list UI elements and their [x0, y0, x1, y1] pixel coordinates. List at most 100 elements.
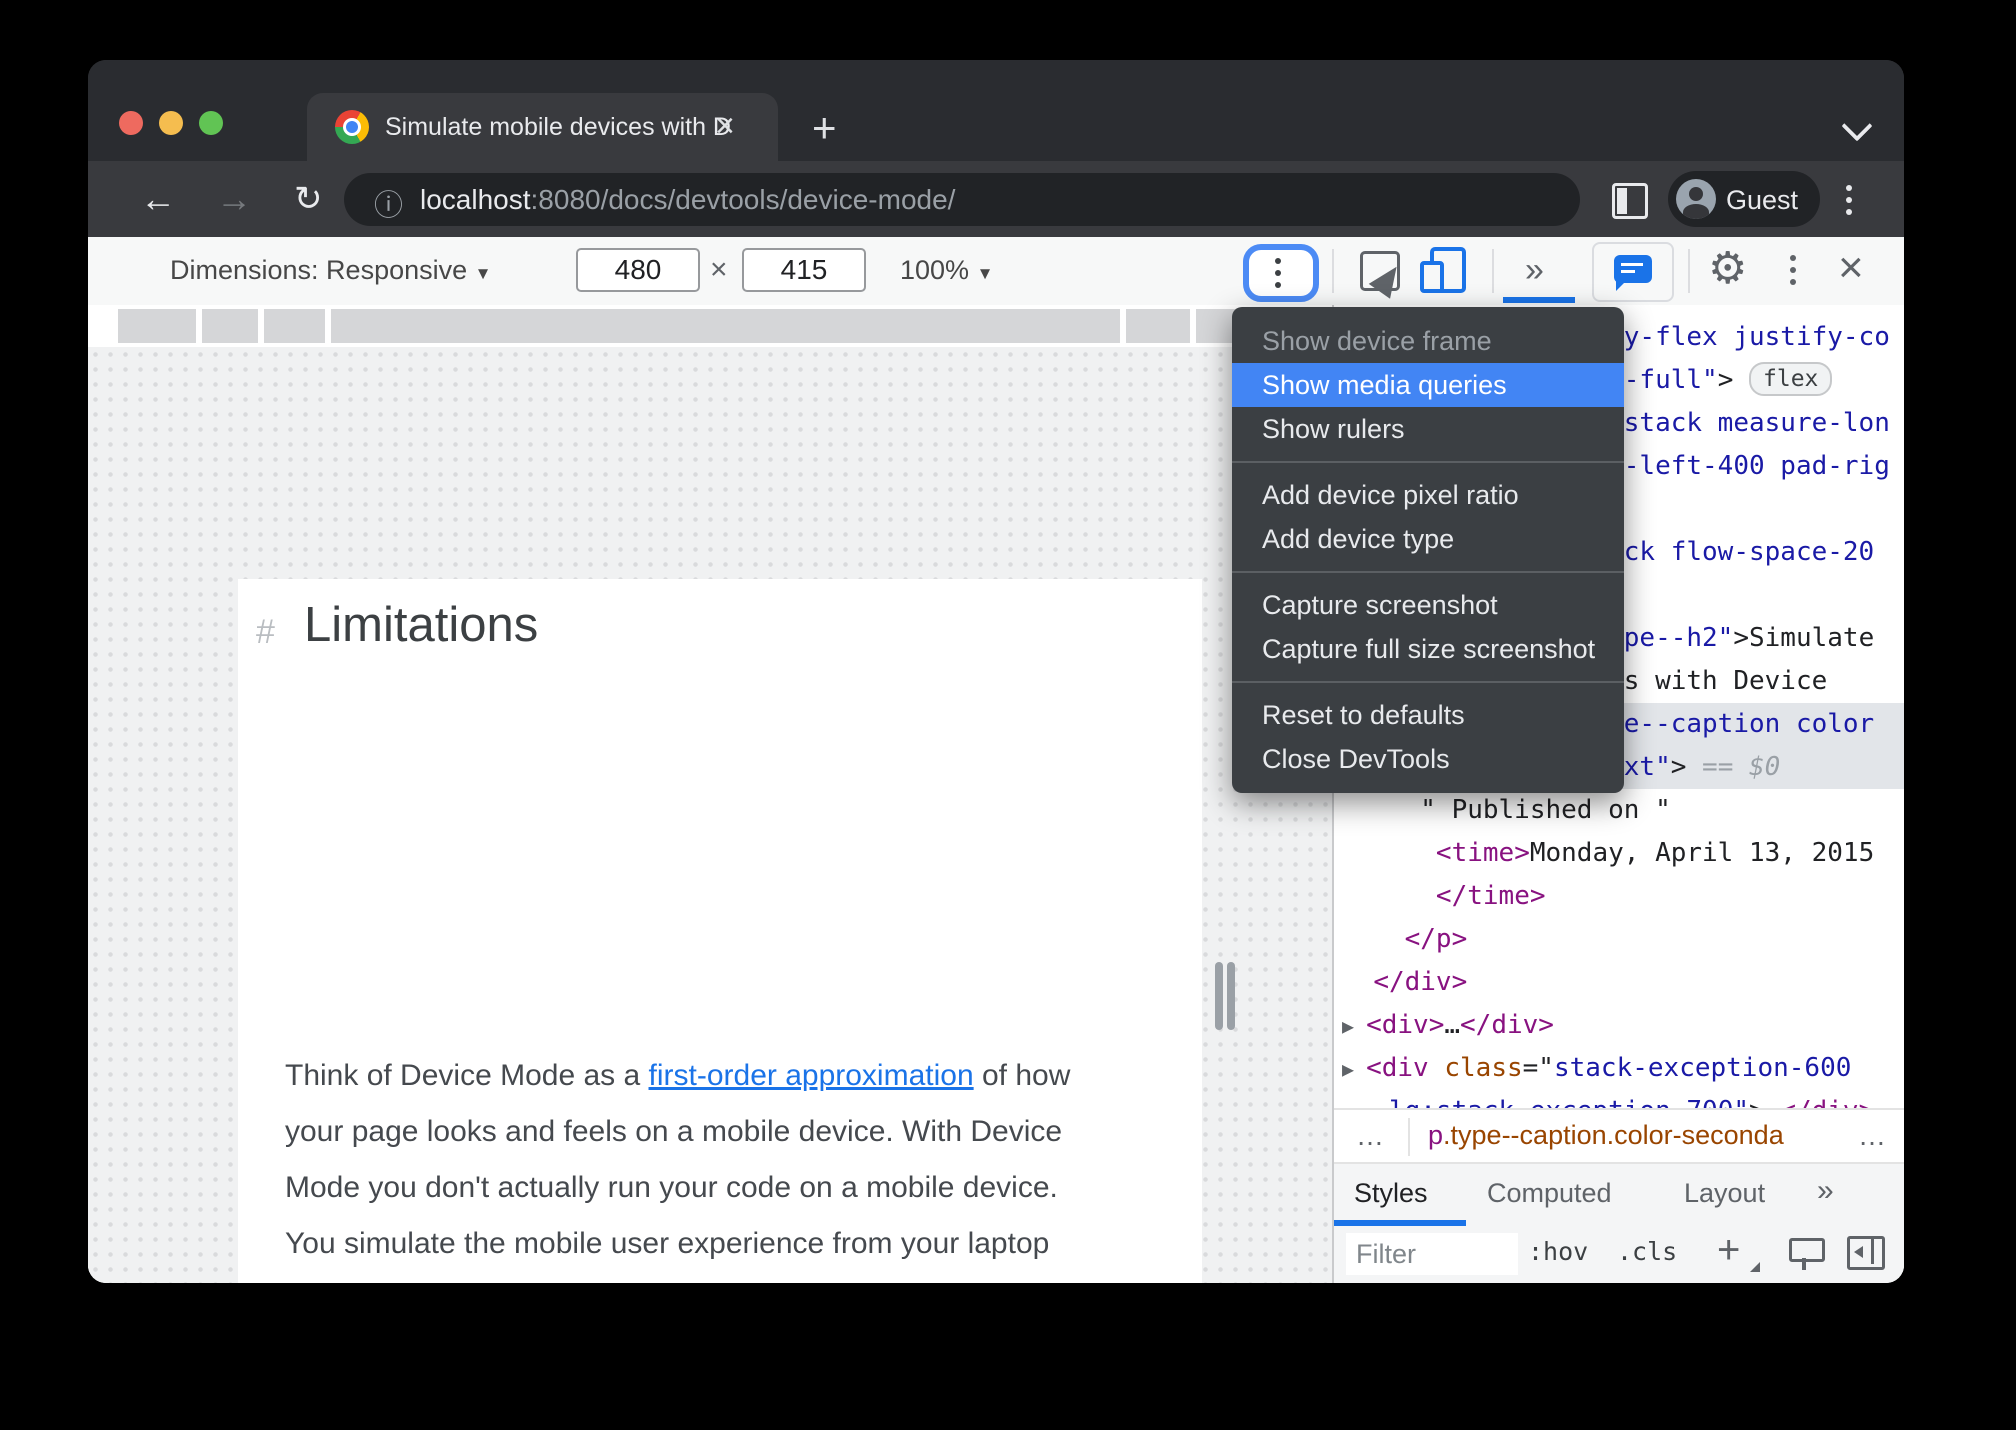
- media-query-segment[interactable]: [264, 309, 325, 343]
- toggle-sidebar-icon[interactable]: [1847, 1236, 1885, 1270]
- code-line[interactable]: ▶ <div>…</div>: [1334, 1004, 1904, 1047]
- tab-computed[interactable]: Computed: [1487, 1178, 1612, 1209]
- code-line[interactable]: </p>: [1334, 918, 1904, 961]
- omnibox[interactable]: ⓘ localhost:8080/docs/devtools/device-mo…: [344, 173, 1580, 226]
- tab-styles[interactable]: Styles: [1354, 1178, 1428, 1209]
- new-style-rule-icon[interactable]: +: [1717, 1228, 1740, 1273]
- rendering-emulation-icon[interactable]: [1789, 1238, 1825, 1270]
- code-line[interactable]: " Published on ": [1334, 789, 1904, 832]
- url-path: :8080/docs/devtools/device-mode/: [530, 184, 956, 215]
- settings-gear-icon[interactable]: ⚙: [1708, 245, 1747, 293]
- media-query-segment[interactable]: [202, 309, 258, 343]
- menu-item[interactable]: Close DevTools: [1232, 737, 1624, 781]
- traffic-light-close[interactable]: [119, 111, 143, 135]
- code-token: Monday, April 13, 2015: [1529, 838, 1875, 868]
- devtools-menu-icon[interactable]: [1790, 255, 1796, 291]
- browser-tab[interactable]: Simulate mobile devices with D ×: [307, 93, 778, 161]
- code-token: stack-exception-600: [1553, 1053, 1852, 1083]
- code-token: </p>: [1404, 924, 1468, 954]
- code-token: >: [1717, 365, 1749, 395]
- expand-arrow-icon[interactable]: ▶: [1342, 1014, 1366, 1038]
- toggle-class-button[interactable]: .cls: [1617, 1237, 1677, 1266]
- active-panel-underline: [1503, 297, 1575, 303]
- styles-filter-input[interactable]: [1346, 1233, 1518, 1275]
- article-link[interactable]: first-order approximation: [649, 1059, 974, 1092]
- caret-down-icon: ▼: [474, 264, 492, 283]
- menu-item[interactable]: Show device frame: [1232, 319, 1624, 363]
- toggle-device-toolbar-icon[interactable]: [1420, 247, 1466, 293]
- menu-item[interactable]: Add device pixel ratio: [1232, 473, 1624, 517]
- feedback-button[interactable]: [1592, 242, 1674, 302]
- chevron-down-icon[interactable]: [1841, 110, 1873, 142]
- code-line[interactable]: </time>: [1334, 875, 1904, 918]
- toolbar-divider: [1332, 249, 1334, 293]
- new-tab-button[interactable]: +: [812, 107, 837, 149]
- more-panels-icon[interactable]: »: [1525, 251, 1544, 290]
- menu-item[interactable]: Capture full size screenshot: [1232, 627, 1624, 671]
- breadcrumb-item[interactable]: p.type--caption.color-seconda: [1428, 1120, 1784, 1151]
- dimensions-dropdown[interactable]: Dimensions: Responsive ▼: [170, 255, 491, 286]
- viewport-resize-handle-right[interactable]: [1215, 962, 1223, 1030]
- code-token: <div: [1366, 1053, 1445, 1083]
- toggle-hover-state-button[interactable]: :hov: [1528, 1237, 1588, 1266]
- code-token: " Published on ": [1342, 795, 1671, 825]
- breadcrumb-divider: [1408, 1118, 1410, 1156]
- code-line[interactable]: lg:stack-exception-700">…</div>: [1334, 1090, 1904, 1108]
- forward-button[interactable]: →: [216, 175, 252, 223]
- code-token: =": [1522, 1053, 1554, 1083]
- article-text: Think of Device Mode as a: [285, 1059, 649, 1092]
- back-button[interactable]: ←: [140, 175, 176, 223]
- viewport-width-input[interactable]: [576, 248, 700, 292]
- tab-layout[interactable]: Layout: [1684, 1178, 1765, 1209]
- media-query-segment[interactable]: [118, 309, 196, 343]
- code-token: >: [1670, 752, 1703, 782]
- address-bar: ← → ↻ ⓘ localhost:8080/docs/devtools/dev…: [88, 161, 1904, 237]
- side-panel-icon[interactable]: [1612, 183, 1648, 219]
- viewport-resize-handle-right[interactable]: [1227, 962, 1235, 1030]
- device-toolbar: Dimensions: Responsive ▼ × 100% ▼ »: [88, 237, 1904, 307]
- code-token: >: [1749, 1096, 1765, 1108]
- titlebar: Simulate mobile devices with D × +: [88, 60, 1904, 161]
- zoom-dropdown[interactable]: 100% ▼: [900, 255, 993, 286]
- traffic-light-zoom[interactable]: [199, 111, 223, 135]
- code-token: $0: [1749, 752, 1781, 782]
- reload-button[interactable]: ↻: [294, 175, 323, 223]
- browser-menu-icon[interactable]: [1846, 185, 1852, 221]
- code-token: >Simulate: [1733, 623, 1875, 653]
- profile-button[interactable]: Guest: [1668, 171, 1820, 227]
- tab-close-icon[interactable]: ×: [715, 107, 735, 145]
- code-line[interactable]: <time>Monday, April 13, 2015: [1334, 832, 1904, 875]
- tab-title: Simulate mobile devices with D: [385, 113, 730, 141]
- media-query-segment[interactable]: [1126, 309, 1190, 343]
- breadcrumb-more-right[interactable]: …: [1858, 1120, 1888, 1152]
- article-text-line: your page looks and feels on a mobile de…: [285, 1115, 1062, 1149]
- flex-badge[interactable]: flex: [1749, 362, 1833, 396]
- traffic-light-minimize[interactable]: [159, 111, 183, 135]
- more-sidebar-tabs-icon[interactable]: »: [1817, 1174, 1834, 1208]
- menu-item[interactable]: Capture screenshot: [1232, 583, 1624, 627]
- article-text: of how: [973, 1059, 1071, 1092]
- menu-item[interactable]: Add device type: [1232, 517, 1624, 561]
- close-devtools-icon[interactable]: ×: [1838, 243, 1864, 293]
- new-style-rule-caret: [1750, 1262, 1760, 1272]
- heading-anchor[interactable]: #: [256, 613, 275, 652]
- url-text[interactable]: localhost:8080/docs/devtools/device-mode…: [420, 184, 955, 216]
- inspect-element-icon[interactable]: [1360, 251, 1408, 299]
- expand-arrow-icon[interactable]: ▶: [1342, 1057, 1366, 1081]
- menu-item[interactable]: Show media queries: [1232, 363, 1624, 407]
- site-info-icon[interactable]: ⓘ: [374, 182, 403, 224]
- code-line[interactable]: ▶ <div class="stack-exception-600: [1334, 1047, 1904, 1090]
- viewport-height-input[interactable]: [742, 248, 866, 292]
- menu-item[interactable]: Show rulers: [1232, 407, 1624, 451]
- code-line[interactable]: </div>: [1334, 961, 1904, 1004]
- menu-item[interactable]: Reset to defaults: [1232, 693, 1624, 737]
- article-text: your page looks and feels on a mobile de…: [285, 1115, 1063, 1148]
- code-token: <time>: [1435, 838, 1530, 868]
- media-query-segment[interactable]: [331, 309, 1120, 343]
- page-title: Limitations: [304, 598, 539, 652]
- device-mode-options-button[interactable]: [1243, 244, 1319, 302]
- breadcrumb-more-left[interactable]: …: [1356, 1120, 1386, 1152]
- caret-down-icon: ▼: [976, 264, 994, 283]
